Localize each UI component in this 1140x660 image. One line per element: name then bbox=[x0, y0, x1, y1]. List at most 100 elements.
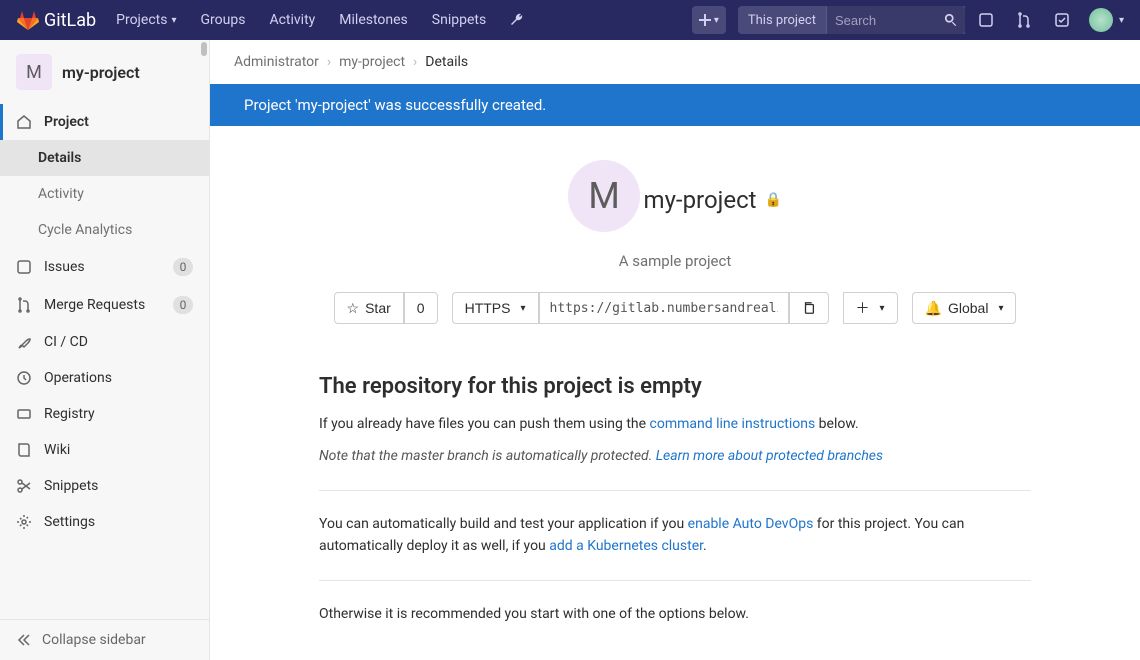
breadcrumb-admin[interactable]: Administrator bbox=[234, 54, 319, 70]
copy-url-button[interactable] bbox=[789, 292, 829, 324]
project-avatar-large: M bbox=[568, 160, 640, 232]
sidebar-label: Snippets bbox=[44, 478, 98, 494]
badge-count: 0 bbox=[173, 296, 193, 314]
divider bbox=[319, 490, 1031, 491]
new-menu-button[interactable]: ▾ bbox=[692, 6, 726, 34]
sidebar-item-wiki[interactable]: Wiki bbox=[0, 432, 209, 468]
sidebar-sub-activity[interactable]: Activity bbox=[0, 176, 209, 212]
issues-icon bbox=[16, 259, 32, 275]
project-actions: ☆Star 0 HTTPS▾ ＋▾ 🔔Global▾ bbox=[210, 292, 1140, 324]
search-scope[interactable]: This project bbox=[738, 6, 827, 34]
sidebar-item-cicd[interactable]: CI / CD bbox=[0, 324, 209, 360]
options-text: Otherwise it is recommended you start wi… bbox=[319, 603, 1031, 625]
sidebar-item-operations[interactable]: Operations bbox=[0, 360, 209, 396]
star-count[interactable]: 0 bbox=[404, 292, 438, 324]
main-content: Administrator › my-project › Details Pro… bbox=[210, 40, 1140, 660]
empty-repo-content: The repository for this project is empty… bbox=[295, 374, 1055, 625]
nav-projects[interactable]: Projects▾ bbox=[106, 0, 186, 40]
chevron-down-icon: ▾ bbox=[880, 303, 885, 314]
sidebar-label: CI / CD bbox=[44, 334, 88, 350]
chevron-down-icon: ▾ bbox=[714, 15, 719, 26]
empty-heading: The repository for this project is empty bbox=[319, 374, 1031, 399]
protected-branches-link[interactable]: Learn more about protected branches bbox=[656, 448, 883, 464]
merge-request-icon bbox=[1016, 12, 1032, 28]
nav-activity[interactable]: Activity bbox=[259, 0, 325, 40]
project-title: my-project bbox=[62, 63, 140, 82]
auto-devops-link[interactable]: enable Auto DevOps bbox=[688, 516, 814, 532]
collapse-label: Collapse sidebar bbox=[42, 632, 146, 648]
nav-milestones[interactable]: Milestones bbox=[329, 0, 418, 40]
protected-note: Note that the master branch is automatic… bbox=[319, 445, 1031, 467]
scrollbar[interactable] bbox=[201, 42, 207, 56]
sidebar: M my-project Project Details Activity Cy… bbox=[0, 40, 210, 660]
sidebar-item-issues[interactable]: Issues 0 bbox=[0, 248, 209, 286]
add-menu-button[interactable]: ＋▾ bbox=[843, 292, 898, 324]
breadcrumb: Administrator › my-project › Details bbox=[210, 40, 1140, 84]
chevron-right-icon: › bbox=[413, 54, 417, 70]
merge-request-icon bbox=[16, 297, 32, 313]
operations-icon bbox=[16, 370, 32, 386]
breadcrumb-project[interactable]: my-project bbox=[339, 54, 405, 70]
star-button[interactable]: ☆Star bbox=[334, 292, 404, 324]
search-icon bbox=[944, 13, 958, 27]
user-avatar[interactable] bbox=[1089, 8, 1113, 32]
breadcrumb-current: Details bbox=[425, 54, 468, 70]
push-instructions: If you already have files you can push t… bbox=[319, 413, 1031, 435]
scissors-icon bbox=[16, 478, 32, 494]
search-button[interactable] bbox=[937, 6, 965, 34]
sidebar-label: Operations bbox=[44, 370, 112, 386]
sidebar-label: Merge Requests bbox=[44, 297, 145, 313]
plus-icon: ＋ bbox=[856, 298, 870, 318]
issues-shortcut[interactable] bbox=[969, 0, 1003, 40]
star-icon: ☆ bbox=[347, 300, 360, 317]
sidebar-item-mrs[interactable]: Merge Requests 0 bbox=[0, 286, 209, 324]
kubernetes-link[interactable]: add a Kubernetes cluster bbox=[549, 538, 703, 554]
notification-dropdown[interactable]: 🔔Global▾ bbox=[912, 292, 1017, 324]
sidebar-item-settings[interactable]: Settings bbox=[0, 504, 209, 540]
sidebar-item-snippets[interactable]: Snippets bbox=[0, 468, 209, 504]
issues-icon bbox=[978, 12, 994, 28]
sidebar-label: Settings bbox=[44, 514, 95, 530]
wrench-icon[interactable] bbox=[500, 0, 534, 40]
project-name: my-project 🔒 bbox=[644, 186, 782, 214]
auto-devops-text: You can automatically build and test you… bbox=[319, 513, 1031, 558]
sidebar-item-project[interactable]: Project bbox=[0, 104, 209, 140]
sidebar-label: Issues bbox=[44, 259, 85, 275]
sidebar-sub-details[interactable]: Details bbox=[0, 140, 209, 176]
clone-url-input[interactable] bbox=[539, 292, 789, 324]
brand-text: GitLab bbox=[44, 10, 96, 31]
chevron-down-icon: ▾ bbox=[998, 303, 1003, 314]
bell-icon: 🔔 bbox=[925, 300, 942, 317]
search-box: This project bbox=[738, 6, 965, 34]
gitlab-logo[interactable]: GitLab bbox=[16, 8, 96, 32]
search-input[interactable] bbox=[827, 6, 937, 34]
chevron-down-icon: ▾ bbox=[520, 303, 525, 314]
home-icon bbox=[16, 114, 32, 130]
mr-shortcut[interactable] bbox=[1007, 0, 1041, 40]
nav-snippets[interactable]: Snippets bbox=[422, 0, 496, 40]
todos-shortcut[interactable] bbox=[1045, 0, 1079, 40]
navbar: GitLab Projects▾ Groups Activity Milesto… bbox=[0, 0, 1140, 40]
project-avatar: M bbox=[16, 54, 52, 90]
chevron-double-left-icon bbox=[16, 632, 32, 648]
project-description: A sample project bbox=[210, 252, 1140, 270]
clipboard-icon bbox=[802, 301, 816, 315]
plus-icon bbox=[699, 14, 711, 26]
flash-banner: Project 'my-project' was successfully cr… bbox=[210, 84, 1140, 126]
book-icon bbox=[16, 442, 32, 458]
todos-icon bbox=[1054, 12, 1070, 28]
sidebar-sub-cycle[interactable]: Cycle Analytics bbox=[0, 212, 209, 248]
badge-count: 0 bbox=[173, 258, 193, 276]
project-header: M my-project 🔒 A sample project ☆Star 0 … bbox=[210, 126, 1140, 334]
collapse-sidebar[interactable]: Collapse sidebar bbox=[0, 619, 209, 660]
lock-icon: 🔒 bbox=[765, 192, 782, 208]
divider bbox=[319, 580, 1031, 581]
chevron-right-icon: › bbox=[327, 54, 331, 70]
protocol-dropdown[interactable]: HTTPS▾ bbox=[452, 292, 539, 324]
registry-icon bbox=[16, 406, 32, 422]
cli-link[interactable]: command line instructions bbox=[650, 416, 816, 432]
nav-groups[interactable]: Groups bbox=[191, 0, 256, 40]
chevron-down-icon: ▾ bbox=[1119, 15, 1124, 26]
sidebar-project-header[interactable]: M my-project bbox=[0, 40, 209, 104]
sidebar-item-registry[interactable]: Registry bbox=[0, 396, 209, 432]
